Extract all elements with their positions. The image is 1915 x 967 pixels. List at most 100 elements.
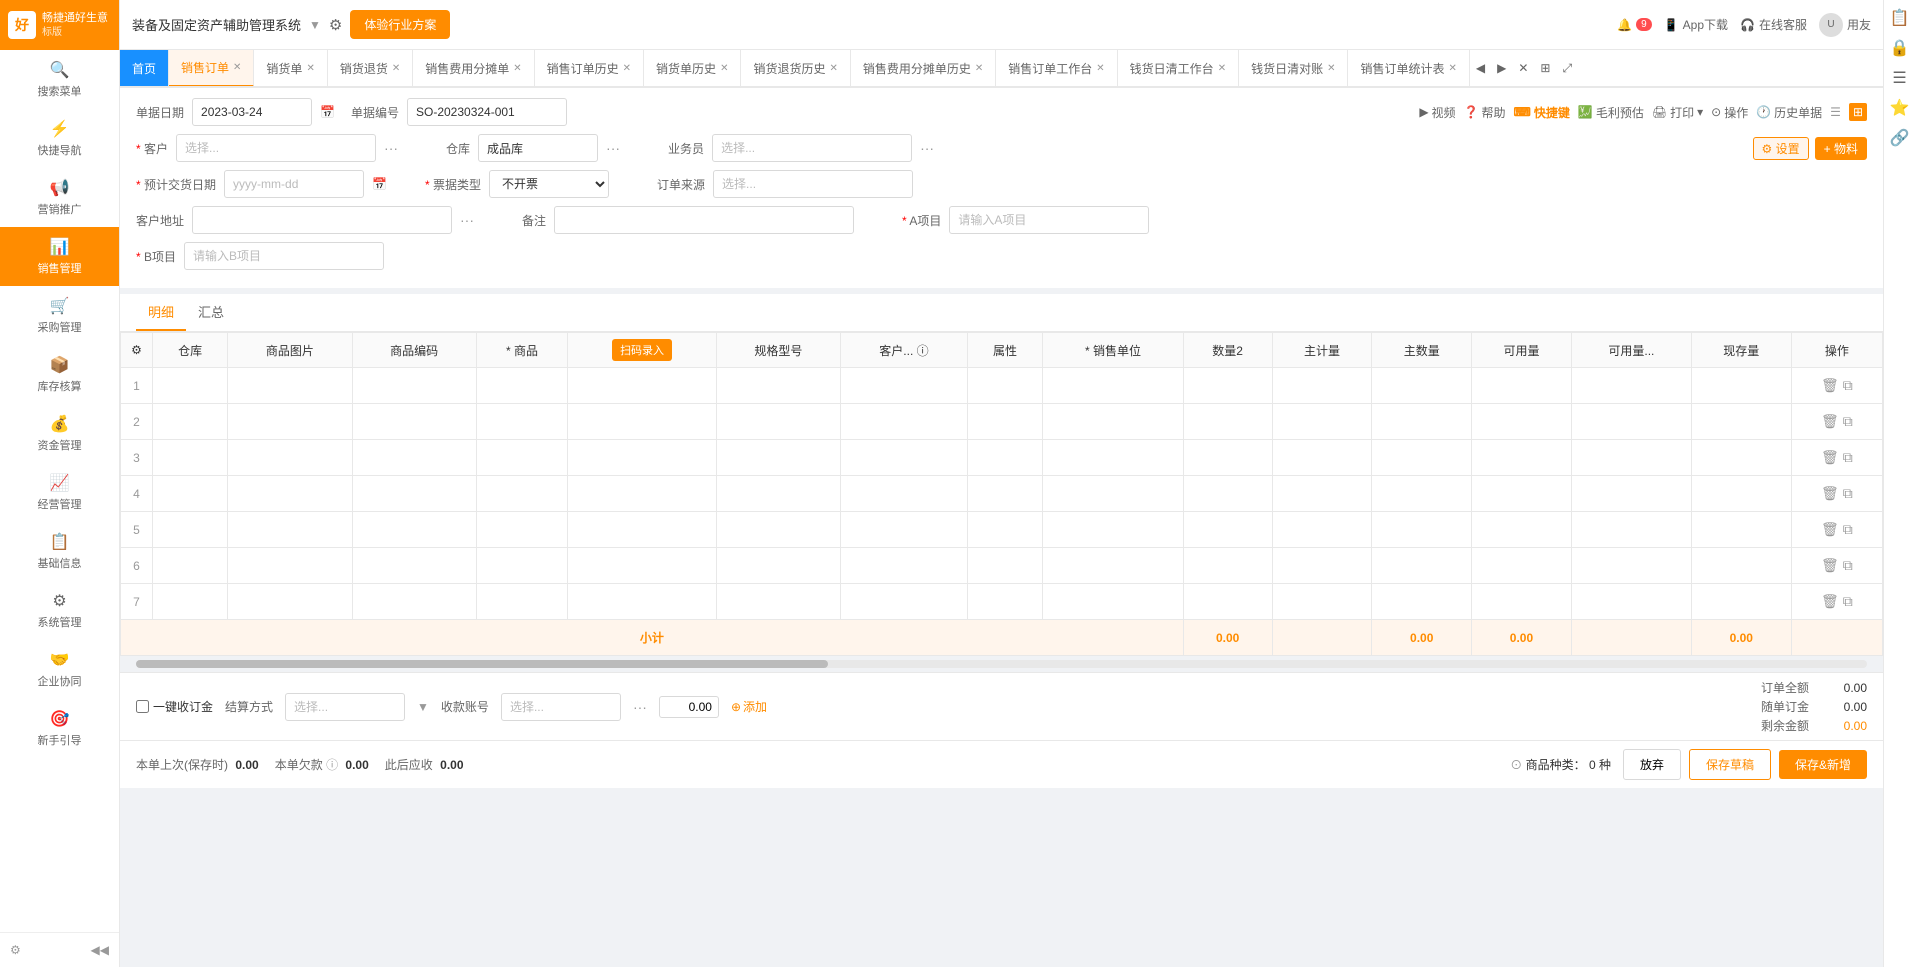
salesperson-more-btn[interactable]: ···: [920, 140, 934, 156]
row-copy-icon-2[interactable]: ⧉: [1843, 413, 1853, 430]
row-spec-3[interactable]: [716, 440, 840, 476]
row-copy-icon-4[interactable]: ⧉: [1843, 485, 1853, 502]
row-main-qty-6[interactable]: [1372, 548, 1472, 584]
settings-icon[interactable]: ⚙: [329, 16, 342, 34]
row-customer-code-2[interactable]: [841, 404, 968, 440]
row-unit-2[interactable]: [1043, 404, 1183, 440]
right-icon-4[interactable]: ⭐: [1886, 94, 1914, 122]
tab-close-5[interactable]: ✕: [623, 63, 631, 74]
notification-item[interactable]: 🔔 9: [1617, 18, 1652, 32]
row-main-qty-5[interactable]: [1372, 512, 1472, 548]
payment-method-input[interactable]: [285, 693, 405, 721]
print-btn[interactable]: 🖨 打印 ▾: [1652, 104, 1703, 121]
row-product-4[interactable]: [476, 476, 568, 512]
tab-5[interactable]: 销售订单历史✕: [535, 50, 644, 87]
shortcut-btn[interactable]: ⌨ 快捷键: [1514, 104, 1570, 121]
sidebar-item-资金管理[interactable]: 💰资金管理: [0, 404, 119, 463]
b-project-input[interactable]: [184, 242, 384, 270]
tab-11[interactable]: 钱货日清对账✕: [1239, 50, 1348, 87]
online-service-item[interactable]: 🎧 在线客服: [1740, 16, 1807, 33]
tab-0[interactable]: 首页: [120, 50, 169, 87]
tab-close-1[interactable]: ✕: [233, 62, 241, 73]
row-code-7[interactable]: [352, 584, 476, 620]
row-customer-code-3[interactable]: [841, 440, 968, 476]
row-delete-icon-4[interactable]: 🗑: [1821, 485, 1839, 502]
sidebar-item-销售管理[interactable]: 📊销售管理: [0, 227, 119, 286]
save-draft-button[interactable]: 保存草稿: [1689, 749, 1771, 780]
calendar2-icon[interactable]: 📅: [372, 177, 387, 191]
tab-next-icon[interactable]: ▶: [1491, 61, 1512, 75]
row-qty2-2[interactable]: [1183, 404, 1272, 440]
sidebar-item-库存核算[interactable]: 📦库存核算: [0, 345, 119, 404]
row-qty2-4[interactable]: [1183, 476, 1272, 512]
row-code-4[interactable]: [352, 476, 476, 512]
row-product-7[interactable]: [476, 584, 568, 620]
row-unit-7[interactable]: [1043, 584, 1183, 620]
row-product-1[interactable]: [476, 368, 568, 404]
tab-9[interactable]: 销售订单工作台✕: [996, 50, 1117, 87]
dropdown-arrow-icon[interactable]: ▼: [309, 18, 321, 32]
customer-more-btn[interactable]: ···: [384, 140, 398, 156]
address-more-btn[interactable]: ···: [460, 212, 474, 228]
tab-4[interactable]: 销售费用分摊单✕: [413, 50, 534, 87]
row-main-qty-7[interactable]: [1372, 584, 1472, 620]
tab-6[interactable]: 销货单历史✕: [644, 50, 741, 87]
tab-close-2[interactable]: ✕: [306, 63, 314, 74]
warehouse-more-btn[interactable]: ···: [606, 140, 620, 156]
row-code-2[interactable]: [352, 404, 476, 440]
tab-detail[interactable]: 明细: [136, 294, 186, 331]
one-click-label[interactable]: 一键收订金: [136, 698, 213, 715]
profit-btn[interactable]: 💹 毛利预估: [1578, 104, 1644, 121]
sidebar-item-快捷导航[interactable]: ⚡快捷导航: [0, 109, 119, 168]
row-spec-6[interactable]: [716, 548, 840, 584]
account-input[interactable]: [501, 693, 621, 721]
row-delete-icon-2[interactable]: 🗑: [1821, 413, 1839, 430]
tab-close-4[interactable]: ✕: [513, 63, 521, 74]
tab-2[interactable]: 销货单✕: [254, 50, 327, 87]
row-unit-4[interactable]: [1043, 476, 1183, 512]
tab-close-7[interactable]: ✕: [829, 63, 837, 74]
sidebar-item-企业协同[interactable]: 🤝企业协同: [0, 640, 119, 699]
salesperson-input[interactable]: [712, 134, 912, 162]
sidebar-item-采购管理[interactable]: 🛒采购管理: [0, 286, 119, 345]
tab-10[interactable]: 钱货日清工作台✕: [1118, 50, 1239, 87]
add-payment-btn[interactable]: ⊕ 添加: [731, 698, 767, 715]
row-attr-6[interactable]: [967, 548, 1042, 584]
tab-close-6[interactable]: ✕: [720, 63, 728, 74]
discard-button[interactable]: 放弃: [1623, 749, 1681, 780]
row-main-qty-1[interactable]: [1372, 368, 1472, 404]
row-customer-code-5[interactable]: [841, 512, 968, 548]
row-code-1[interactable]: [352, 368, 476, 404]
tab-close-9[interactable]: ✕: [1096, 63, 1104, 74]
order-source-input[interactable]: [713, 170, 913, 198]
tab-grid-icon[interactable]: ⊞: [1534, 61, 1556, 75]
col-settings[interactable]: ⚙: [121, 333, 153, 368]
row-delete-icon-1[interactable]: 🗑: [1821, 377, 1839, 394]
row-main-qty-3[interactable]: [1372, 440, 1472, 476]
row-qty2-5[interactable]: [1183, 512, 1272, 548]
save-new-button[interactable]: 保存&新增: [1779, 750, 1867, 779]
history-btn[interactable]: 🕐 历史单据: [1756, 104, 1822, 121]
row-attr-1[interactable]: [967, 368, 1042, 404]
tab-summary[interactable]: 汇总: [186, 294, 236, 331]
row-spec-1[interactable]: [716, 368, 840, 404]
row-unit-6[interactable]: [1043, 548, 1183, 584]
row-attr-4[interactable]: [967, 476, 1042, 512]
list-view-icon[interactable]: ☰: [1830, 105, 1841, 119]
a-project-input[interactable]: [949, 206, 1149, 234]
payment-method-arrow-icon[interactable]: ▼: [417, 700, 429, 714]
add-material-btn[interactable]: + 物料: [1815, 137, 1867, 160]
row-customer-code-7[interactable]: [841, 584, 968, 620]
row-attr-2[interactable]: [967, 404, 1042, 440]
row-copy-icon-3[interactable]: ⧉: [1843, 449, 1853, 466]
row-unit-5[interactable]: [1043, 512, 1183, 548]
warehouse-input[interactable]: [478, 134, 598, 162]
tab-prev-icon[interactable]: ◀: [1470, 61, 1491, 75]
row-spec-5[interactable]: [716, 512, 840, 548]
help-btn[interactable]: ❓ 帮助: [1464, 104, 1506, 121]
solution-button[interactable]: 体验行业方案: [350, 10, 450, 39]
customer-input[interactable]: [176, 134, 376, 162]
amount-input[interactable]: [659, 696, 719, 718]
sidebar-collapse-icon[interactable]: ◀◀: [91, 943, 109, 957]
row-product-2[interactable]: [476, 404, 568, 440]
